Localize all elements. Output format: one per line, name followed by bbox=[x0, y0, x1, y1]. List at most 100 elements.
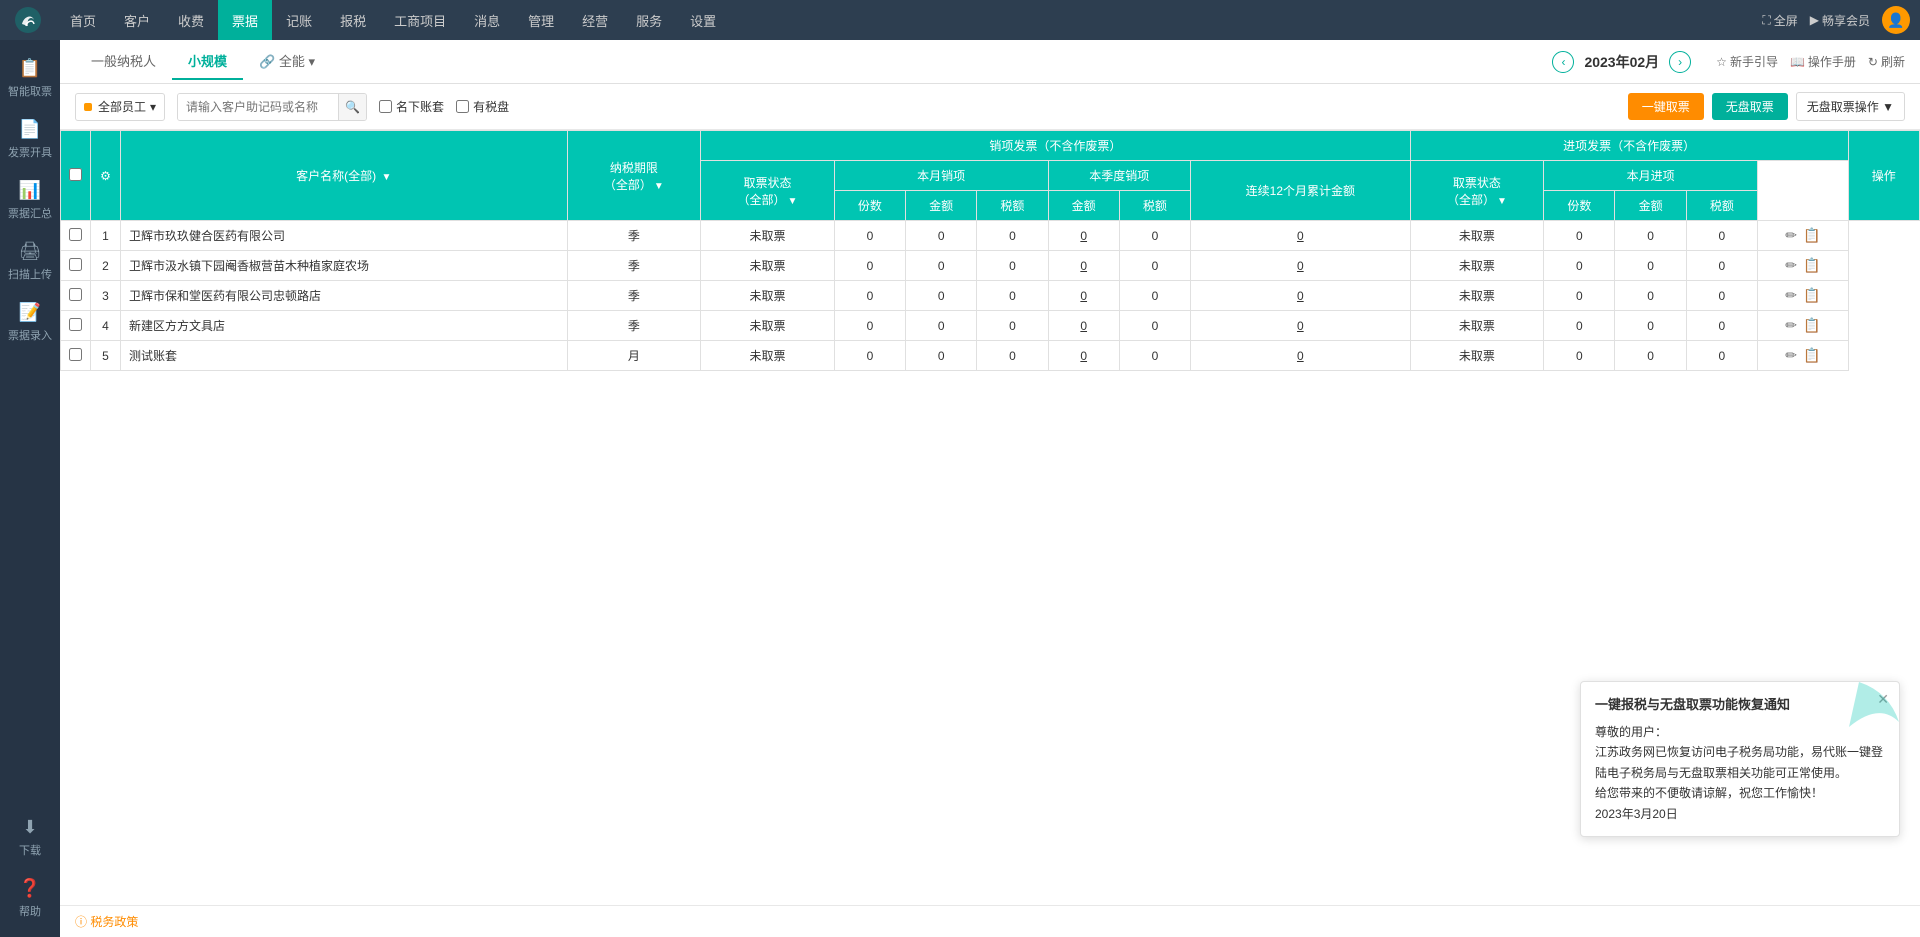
sidebar-item-invoice-summary[interactable]: 📊 票据汇总 bbox=[4, 172, 56, 229]
sidebar-item-invoice-open[interactable]: 📄 发票开具 bbox=[4, 111, 56, 168]
row-customer-2: 卫辉市保和堂医药有限公司忠顿路店 bbox=[121, 281, 568, 311]
row-no-3: 4 bbox=[91, 311, 121, 341]
row-sale-quarter-amount-2[interactable]: 0 bbox=[1048, 281, 1119, 311]
row-sale-12months-3[interactable]: 0 bbox=[1191, 311, 1411, 341]
nav-items: 首页 客户 收费 票据 记账 报税 工商项目 消息 管理 经营 服务 设置 bbox=[56, 0, 1762, 40]
nav-service[interactable]: 服务 bbox=[622, 0, 676, 40]
nav-home[interactable]: 首页 bbox=[56, 0, 110, 40]
row-sale-quarter-tax-4: 0 bbox=[1119, 341, 1190, 371]
row-check-1[interactable] bbox=[61, 251, 91, 281]
row-check-4[interactable] bbox=[61, 341, 91, 371]
bottom-bar: ⓘ 税务政策 bbox=[60, 905, 1920, 937]
row-sale-month-amount-2: 0 bbox=[906, 281, 977, 311]
has-disk-checkbox-label[interactable]: 有税盘 bbox=[456, 98, 509, 115]
fullscreen-btn[interactable]: ⛶ 全屏 bbox=[1762, 12, 1797, 29]
nav-settings[interactable]: 设置 bbox=[676, 0, 730, 40]
edit-icon-2[interactable]: ✏ bbox=[1785, 287, 1797, 304]
sidebar-item-scan-upload[interactable]: 🖨 扫描上传 bbox=[4, 233, 56, 290]
row-sale-12months-4[interactable]: 0 bbox=[1191, 341, 1411, 371]
row-customer-1: 卫辉市汲水镇下园阉香椒营苗木种植家庭农场 bbox=[121, 251, 568, 281]
nav-message[interactable]: 消息 bbox=[460, 0, 514, 40]
tab-general-taxpayer[interactable]: 一般纳税人 bbox=[75, 43, 172, 80]
period-next-btn[interactable]: › bbox=[1669, 51, 1691, 73]
no-disk-btn[interactable]: 无盘取票 bbox=[1712, 93, 1788, 120]
customer-search-input[interactable] bbox=[178, 94, 338, 120]
row-sale-12months-1[interactable]: 0 bbox=[1191, 251, 1411, 281]
one-click-btn[interactable]: 一键取票 bbox=[1628, 93, 1704, 120]
row-sale-status-0: 未取票 bbox=[701, 221, 835, 251]
view-icon-3[interactable]: 📋 bbox=[1803, 317, 1820, 334]
row-purchase-status-1: 未取票 bbox=[1410, 251, 1544, 281]
nav-customer[interactable]: 客户 bbox=[110, 0, 164, 40]
select-all-checkbox[interactable] bbox=[69, 168, 82, 181]
edit-icon-3[interactable]: ✏ bbox=[1785, 317, 1797, 334]
view-icon-1[interactable]: 📋 bbox=[1803, 257, 1820, 274]
tab-small-scale[interactable]: 小规模 bbox=[172, 43, 243, 80]
sub-account-checkbox-label[interactable]: 名下账套 bbox=[379, 98, 444, 115]
row-purchase-month-tax-0: 0 bbox=[1686, 221, 1757, 251]
smart-ticket-icon: 📋 bbox=[19, 58, 41, 79]
row-sale-month-tax-1: 0 bbox=[977, 251, 1048, 281]
row-sale-month-tax-3: 0 bbox=[977, 311, 1048, 341]
sidebar-item-invoice-entry[interactable]: 📝 票据录入 bbox=[4, 294, 56, 351]
row-purchase-month-count-4: 0 bbox=[1544, 341, 1615, 371]
view-icon-2[interactable]: 📋 bbox=[1803, 287, 1820, 304]
th-tax-period: 纳税期限（全部）▼ bbox=[567, 131, 701, 221]
nav-bookkeeping[interactable]: 记账 bbox=[272, 0, 326, 40]
tax-policy-link[interactable]: ⓘ 税务政策 bbox=[75, 913, 138, 930]
employee-select[interactable]: 全部员工 ▾ bbox=[75, 93, 165, 121]
nav-invoice[interactable]: 票据 bbox=[218, 0, 272, 40]
edit-icon-1[interactable]: ✏ bbox=[1785, 257, 1797, 274]
manual-btn[interactable]: 📖 操作手册 bbox=[1790, 53, 1856, 70]
refresh-btn[interactable]: ↻ 刷新 bbox=[1868, 53, 1905, 70]
new-guide-btn[interactable]: ☆ 新手引导 bbox=[1716, 53, 1778, 70]
sidebar-item-smart-ticket[interactable]: 📋 智能取票 bbox=[4, 50, 56, 107]
notification-date: 2023年3月20日 bbox=[1595, 804, 1885, 824]
row-sale-12months-0[interactable]: 0 bbox=[1191, 221, 1411, 251]
filter-bar: 全部员工 ▾ 🔍 名下账套 有税盘 bbox=[60, 84, 1920, 130]
edit-icon-4[interactable]: ✏ bbox=[1785, 347, 1797, 364]
search-button[interactable]: 🔍 bbox=[338, 94, 366, 120]
row-purchase-month-tax-2: 0 bbox=[1686, 281, 1757, 311]
tab-all-capable[interactable]: 🔗 全能 ▾ bbox=[243, 43, 331, 80]
row-check-0[interactable] bbox=[61, 221, 91, 251]
row-sale-quarter-amount-4[interactable]: 0 bbox=[1048, 341, 1119, 371]
row-sale-quarter-amount-1[interactable]: 0 bbox=[1048, 251, 1119, 281]
help-icon: ❓ bbox=[19, 878, 41, 899]
period-nav: ‹ 2023年02月 › bbox=[1552, 51, 1691, 73]
row-sale-month-count-0: 0 bbox=[834, 221, 905, 251]
view-icon-0[interactable]: 📋 bbox=[1803, 227, 1820, 244]
row-sale-12months-2[interactable]: 0 bbox=[1191, 281, 1411, 311]
period-prev-btn[interactable]: ‹ bbox=[1552, 51, 1574, 73]
view-icon-4[interactable]: 📋 bbox=[1803, 347, 1820, 364]
row-check-2[interactable] bbox=[61, 281, 91, 311]
row-purchase-month-tax-3: 0 bbox=[1686, 311, 1757, 341]
row-tax-period-3: 季 bbox=[567, 311, 701, 341]
row-tax-period-0: 季 bbox=[567, 221, 701, 251]
nav-business[interactable]: 工商项目 bbox=[380, 0, 460, 40]
no-disk-ops-btn[interactable]: 无盘取票操作 ▼ bbox=[1796, 92, 1905, 121]
sidebar-item-help[interactable]: ❓ 帮助 bbox=[4, 870, 56, 927]
edit-icon-0[interactable]: ✏ bbox=[1785, 227, 1797, 244]
invoice-open-icon: 📄 bbox=[19, 119, 41, 140]
row-sale-status-2: 未取票 bbox=[701, 281, 835, 311]
user-avatar[interactable]: 👤 bbox=[1882, 6, 1910, 34]
table-row: 4 新建区方方文具店 季 未取票 0 0 0 0 0 0 未取票 0 0 0 ✏… bbox=[61, 311, 1920, 341]
row-purchase-status-4: 未取票 bbox=[1410, 341, 1544, 371]
nav-manage[interactable]: 管理 bbox=[514, 0, 568, 40]
nav-operation[interactable]: 经营 bbox=[568, 0, 622, 40]
has-disk-checkbox[interactable] bbox=[456, 100, 469, 113]
member-btn[interactable]: ▶ 畅享会员 bbox=[1810, 12, 1870, 29]
th-sale-quarter-tax: 税额 bbox=[1119, 191, 1190, 221]
row-no-1: 2 bbox=[91, 251, 121, 281]
row-sale-month-amount-4: 0 bbox=[906, 341, 977, 371]
row-purchase-month-count-2: 0 bbox=[1544, 281, 1615, 311]
sub-account-checkbox[interactable] bbox=[379, 100, 392, 113]
row-check-3[interactable] bbox=[61, 311, 91, 341]
row-sale-quarter-amount-3[interactable]: 0 bbox=[1048, 311, 1119, 341]
row-customer-0: 卫辉市玖玖健合医药有限公司 bbox=[121, 221, 568, 251]
nav-fee[interactable]: 收费 bbox=[164, 0, 218, 40]
nav-tax[interactable]: 报税 bbox=[326, 0, 380, 40]
row-sale-quarter-amount-0[interactable]: 0 bbox=[1048, 221, 1119, 251]
sidebar-item-download[interactable]: ⬇ 下载 bbox=[4, 809, 56, 866]
